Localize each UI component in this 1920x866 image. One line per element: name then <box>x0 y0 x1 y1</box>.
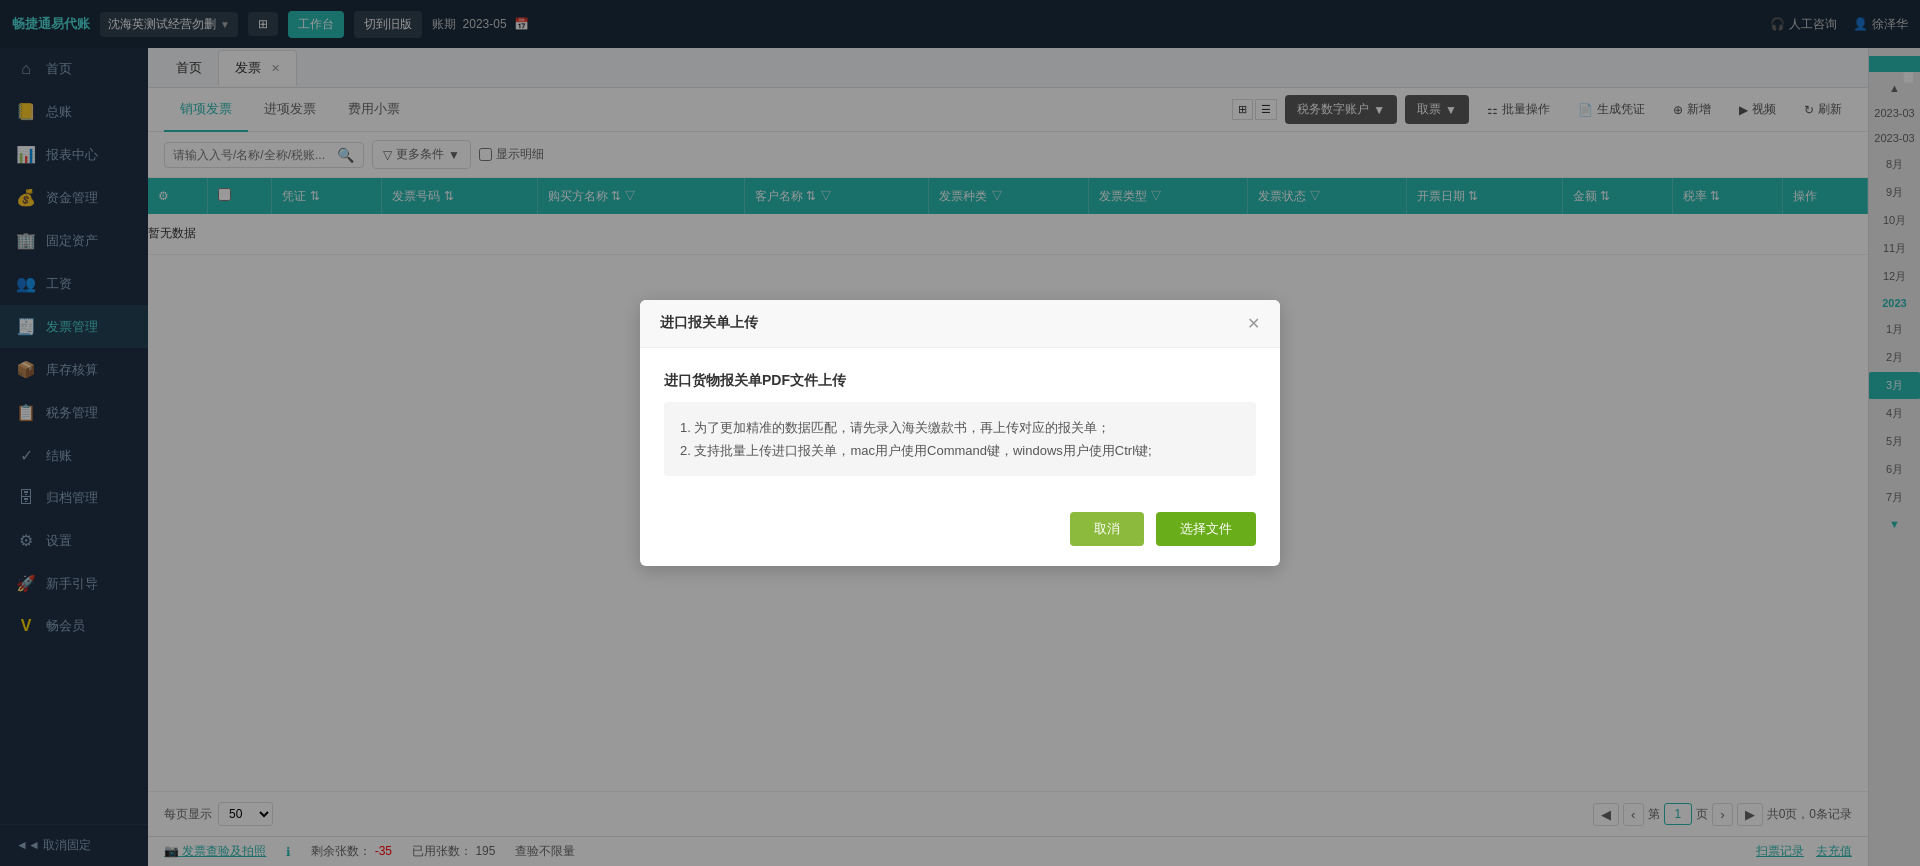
modal-header: 进口报关单上传 ✕ <box>640 300 1280 348</box>
modal-info-line-1: 1. 为了更加精准的数据匹配，请先录入海关缴款书，再上传对应的报关单； <box>680 416 1240 439</box>
modal-info-line-2: 2. 支持批量上传进口报关单，mac用户使用Command键，windows用户… <box>680 439 1240 462</box>
modal-cancel-button[interactable]: 取消 <box>1070 512 1144 546</box>
modal-close-button[interactable]: ✕ <box>1247 314 1260 333</box>
modal-title: 进口报关单上传 <box>660 314 758 332</box>
modal-select-file-button[interactable]: 选择文件 <box>1156 512 1256 546</box>
modal-info-box: 1. 为了更加精准的数据匹配，请先录入海关缴款书，再上传对应的报关单； 2. 支… <box>664 402 1256 477</box>
modal-body: 进口货物报关单PDF文件上传 1. 为了更加精准的数据匹配，请先录入海关缴款书，… <box>640 348 1280 497</box>
import-customs-modal: 进口报关单上传 ✕ 进口货物报关单PDF文件上传 1. 为了更加精准的数据匹配，… <box>640 300 1280 567</box>
modal-section-title: 进口货物报关单PDF文件上传 <box>664 372 1256 390</box>
modal-footer: 取消 选择文件 <box>640 496 1280 566</box>
modal-overlay: 进口报关单上传 ✕ 进口货物报关单PDF文件上传 1. 为了更加精准的数据匹配，… <box>0 0 1920 866</box>
